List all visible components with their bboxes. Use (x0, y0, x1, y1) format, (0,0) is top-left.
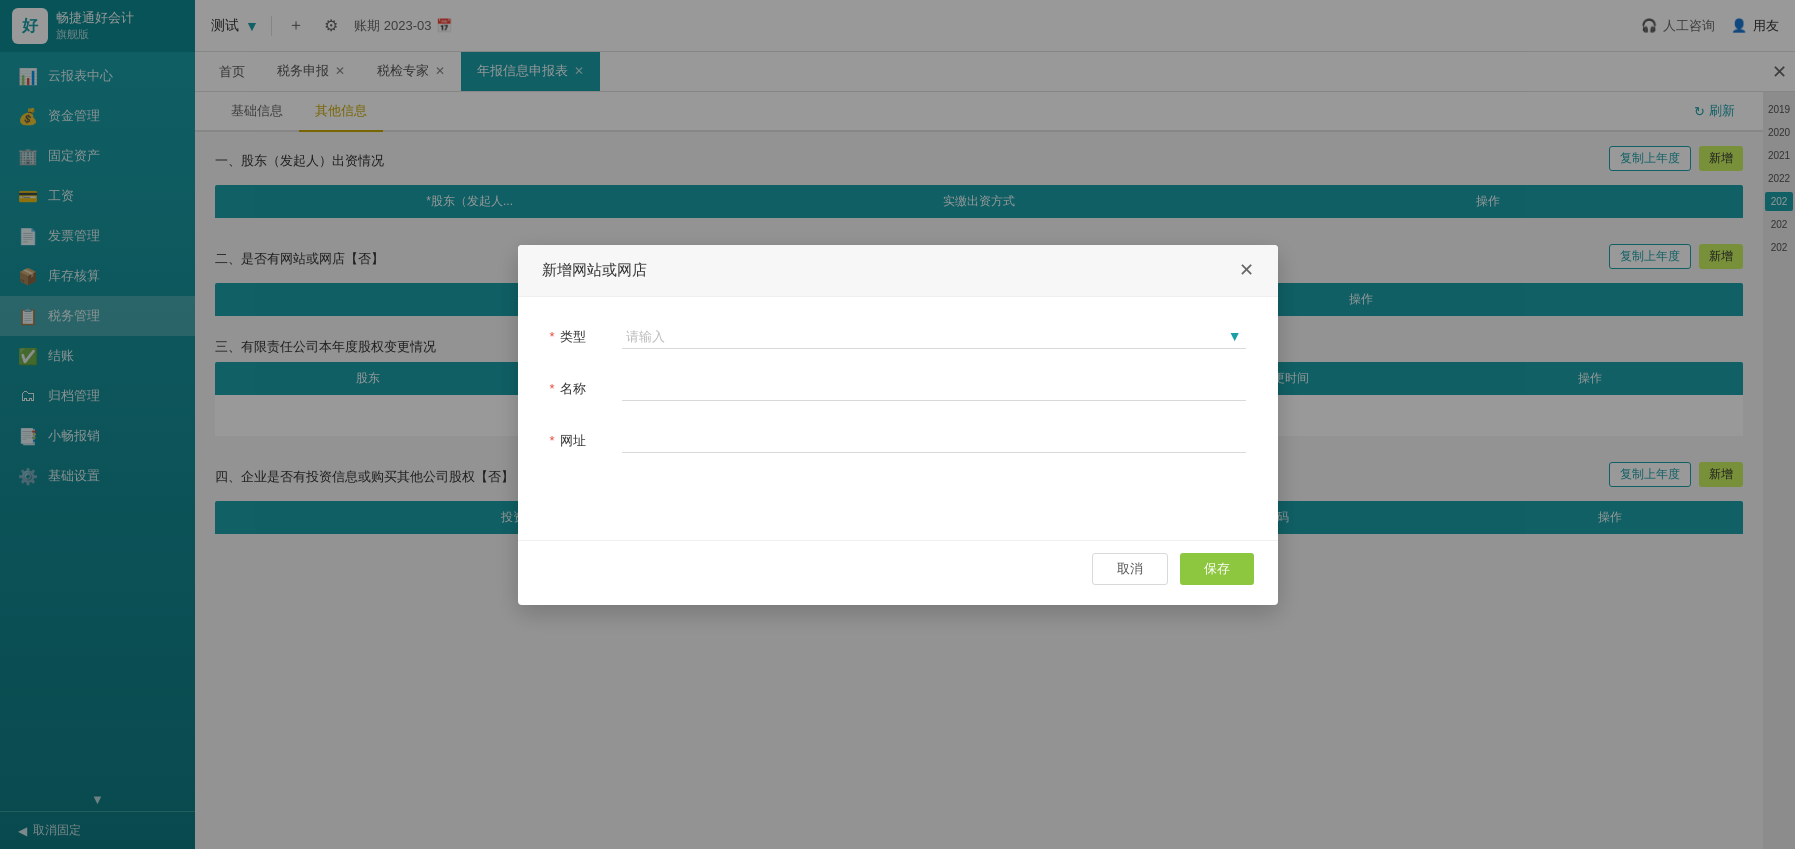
add-website-modal: 新增网站或网店 ✕ * 类型 ▼ * 名称 (518, 245, 1278, 605)
dropdown-icon: ▼ (1228, 328, 1242, 344)
name-input-wrapper (622, 377, 1246, 401)
name-input[interactable] (622, 377, 1246, 400)
required-mark: * (550, 381, 555, 396)
modal-overlay: 新增网站或网店 ✕ * 类型 ▼ * 名称 (0, 0, 1795, 849)
modal-close-btn[interactable]: ✕ (1239, 261, 1254, 279)
form-row-type: * 类型 ▼ (550, 325, 1246, 349)
modal-body: * 类型 ▼ * 名称 * (518, 297, 1278, 540)
form-label-url: * 网址 (550, 432, 610, 450)
modal-title: 新增网站或网店 (542, 261, 647, 280)
required-mark: * (550, 433, 555, 448)
url-input-wrapper (622, 429, 1246, 453)
url-input[interactable] (622, 429, 1246, 452)
required-mark: * (550, 329, 555, 344)
form-label-name: * 名称 (550, 380, 610, 398)
save-button[interactable]: 保存 (1180, 553, 1254, 585)
modal-footer: 取消 保存 (518, 540, 1278, 605)
form-label-type: * 类型 (550, 328, 610, 346)
type-input-wrapper: ▼ (622, 325, 1246, 349)
type-input[interactable] (622, 325, 1246, 348)
modal-header: 新增网站或网店 ✕ (518, 245, 1278, 297)
cancel-button[interactable]: 取消 (1092, 553, 1168, 585)
form-row-url: * 网址 (550, 429, 1246, 453)
form-row-name: * 名称 (550, 377, 1246, 401)
